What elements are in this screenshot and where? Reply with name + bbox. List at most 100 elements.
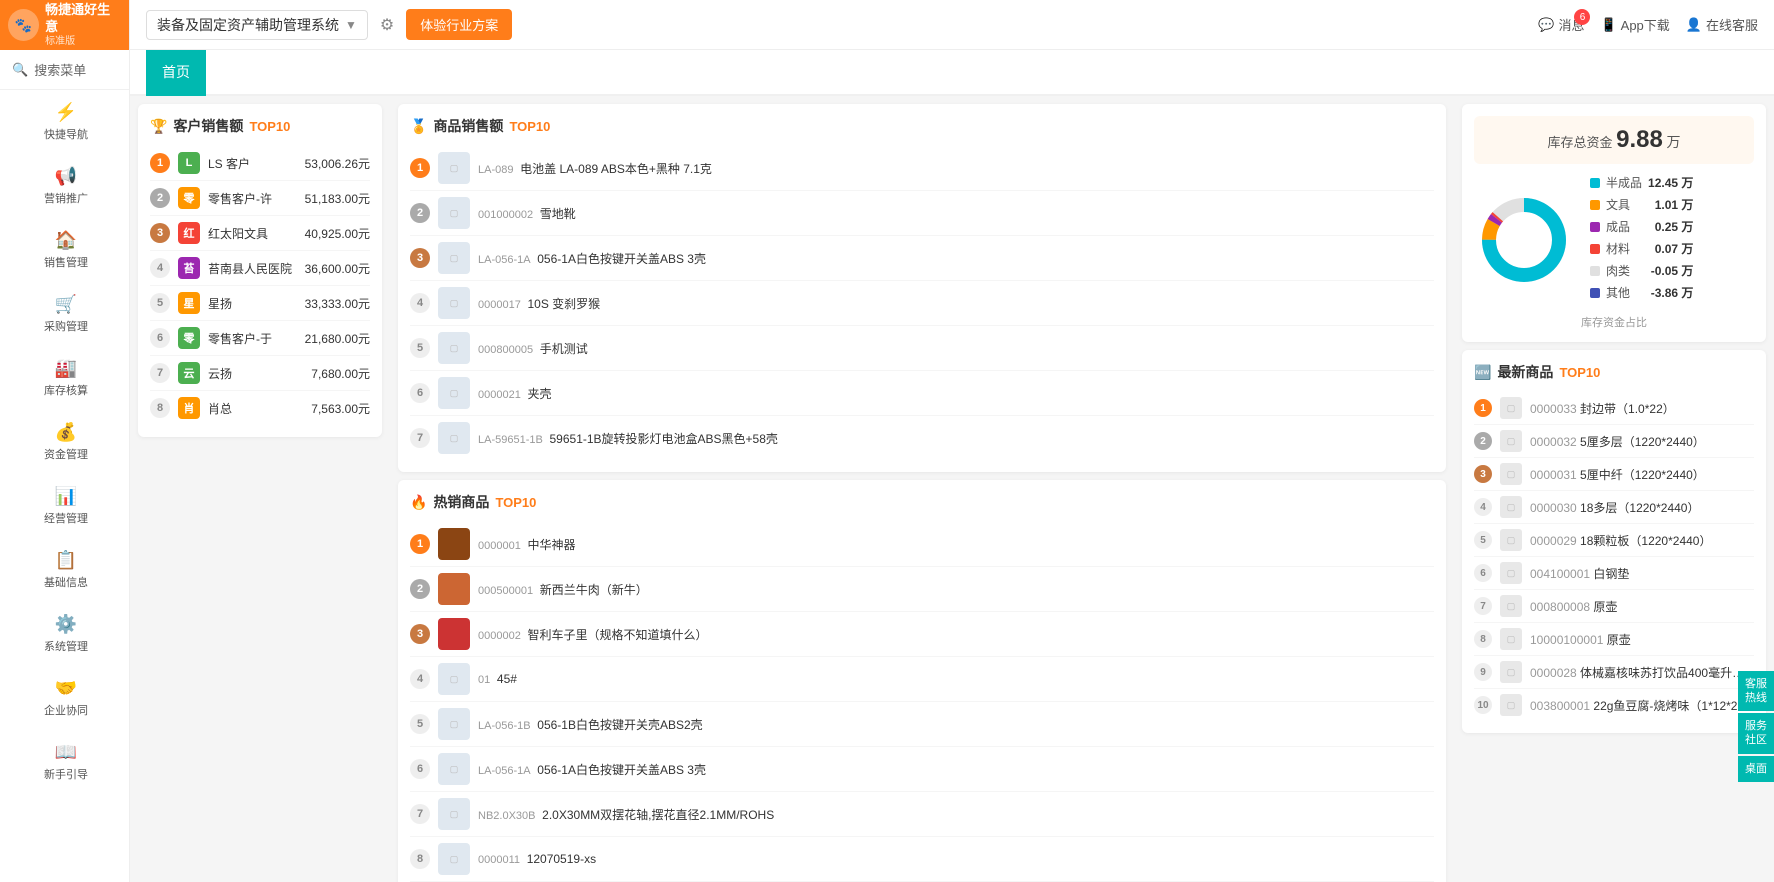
sidebar-item-system[interactable]: ⚙️ 系统管理: [0, 602, 129, 666]
tab-home[interactable]: 首页: [146, 50, 206, 96]
inventory-card: 库存总资金 9.88 万: [1462, 104, 1766, 342]
legend-name: 半成品: [1606, 174, 1642, 191]
customer-rank-item[interactable]: 2 零 零售客户-许 51,183.00元: [150, 181, 370, 216]
rank-number: 2: [150, 188, 170, 208]
new-product-item[interactable]: 9 ▢ 0000028 体械嘉核味苏打饮品400毫升（1*15）: [1474, 656, 1754, 689]
hot-product-item[interactable]: 5 ▢ LA-056-1B 056-1B白色按键开关壳ABS2壳: [410, 702, 1434, 747]
hot-product-item[interactable]: 3 0000002 智利车子里（规格不知道填什么）: [410, 612, 1434, 657]
product-info: 003800001 22g鱼豆腐-烧烤味（1*12*20）: [1530, 697, 1754, 714]
sales-rank-item[interactable]: 6 ▢ 0000021 夹壳: [410, 371, 1434, 416]
system-selector[interactable]: 装备及固定资产辅助管理系统 ▼: [146, 10, 368, 40]
new-product-item[interactable]: 8 ▢ 10000100001 原壶: [1474, 623, 1754, 656]
sidebar-item-inventory[interactable]: 🏭 库存核算: [0, 346, 129, 410]
rank-number: 5: [410, 338, 430, 358]
medal-icon: 🏅: [410, 118, 427, 135]
inventory-footer: 库存资金占比: [1474, 314, 1754, 330]
hot-product-item[interactable]: 8 ▢ 0000011 12070519-xs: [410, 837, 1434, 882]
new-product-item[interactable]: 10 ▢ 003800001 22g鱼豆腐-烧烤味（1*12*20）: [1474, 689, 1754, 721]
sidebar-item-purchase[interactable]: 🛒 采购管理: [0, 282, 129, 346]
service-community-button[interactable]: 服务社区: [1738, 713, 1774, 754]
legend-value: -0.05 万: [1651, 262, 1694, 279]
product-image: ▢: [438, 663, 470, 695]
fire-icon: 🔥: [410, 494, 427, 511]
customer-name: 肖总: [208, 400, 303, 417]
product-image: ▢: [1500, 496, 1522, 518]
new-product-item[interactable]: 6 ▢ 004100001 白钢垫: [1474, 557, 1754, 590]
sales-rank-item[interactable]: 5 ▢ 000800005 手机测试: [410, 326, 1434, 371]
sidebar-item-operation[interactable]: 📊 经营管理: [0, 474, 129, 538]
product-info: 0000029 18颗粒板（1220*2440）: [1530, 532, 1754, 549]
product-image: ▢: [438, 152, 470, 184]
avatar: 苔: [178, 257, 200, 279]
hot-product-item[interactable]: 1 0000001 中华神器: [410, 522, 1434, 567]
main-wrapper: 装备及固定资产辅助管理系统 ▼ ⚙ 体验行业方案 💬 消息 6 📱 App下载 …: [130, 0, 1774, 882]
rank-number: 1: [1474, 399, 1492, 417]
customer-rank-item[interactable]: 7 云 云扬 7,680.00元: [150, 356, 370, 391]
new-product-item[interactable]: 1 ▢ 0000033 封边带（1.0*22）: [1474, 392, 1754, 425]
customer-rank-item[interactable]: 4 苔 苔南县人民医院 36,600.00元: [150, 251, 370, 286]
new-product-item[interactable]: 3 ▢ 0000031 5厘中纤（1220*2440）: [1474, 458, 1754, 491]
product-image: ▢: [438, 242, 470, 274]
customer-name: 苔南县人民医院: [208, 260, 297, 277]
rank-number: 7: [1474, 597, 1492, 615]
customer-value: 33,333.00元: [305, 295, 370, 312]
product-image: ▢: [438, 798, 470, 830]
search-menu-button[interactable]: 🔍 搜索菜单: [12, 60, 117, 79]
sales-rank-item[interactable]: 4 ▢ 0000017 10S 变刹罗猴: [410, 281, 1434, 326]
shortcut-icon: ⚡: [55, 102, 77, 123]
sidebar-item-shortcut[interactable]: ⚡ 快捷导航: [0, 90, 129, 154]
product-image: ▢: [438, 287, 470, 319]
legend-color: [1590, 266, 1600, 276]
legend-item: 文具 1.01 万: [1590, 196, 1693, 213]
new-product-item[interactable]: 7 ▢ 000800008 原壶: [1474, 590, 1754, 623]
rank-number: 5: [150, 293, 170, 313]
app-download-button[interactable]: 📱 App下载: [1600, 15, 1669, 34]
customer-rank-item[interactable]: 6 零 零售客户-于 21,680.00元: [150, 321, 370, 356]
product-image: ▢: [1500, 694, 1522, 716]
sales-icon: 🏠: [55, 230, 77, 251]
online-service-button[interactable]: 👤 在线客服: [1686, 15, 1758, 34]
service-hotline-button[interactable]: 客服热线: [1738, 671, 1774, 712]
sidebar-item-finance[interactable]: 💰 资金管理: [0, 410, 129, 474]
hot-product-item[interactable]: 4 ▢ 01 45#: [410, 657, 1434, 702]
sidebar-item-sales[interactable]: 🏠 销售管理: [0, 218, 129, 282]
system-label: 系统管理: [44, 638, 88, 654]
customer-rank-item[interactable]: 5 星 星扬 33,333.00元: [150, 286, 370, 321]
sales-rank-item[interactable]: 2 ▢ 001000002 雪地靴: [410, 191, 1434, 236]
sales-rank-item[interactable]: 3 ▢ LA-056-1A 056-1A白色按键开关盖ABS 3壳: [410, 236, 1434, 281]
hot-product-item[interactable]: 2 000500001 新西兰牛肉（新牛）: [410, 567, 1434, 612]
desktop-button[interactable]: 桌面: [1738, 756, 1774, 782]
guide-label: 新手引导: [44, 766, 88, 782]
sidebar-item-guide[interactable]: 📖 新手引导: [0, 730, 129, 794]
inventory-unit: 万: [1666, 134, 1680, 150]
trial-button[interactable]: 体验行业方案: [406, 9, 512, 40]
avatar: 云: [178, 362, 200, 384]
customer-rank-item[interactable]: 8 肖 肖总 7,563.00元: [150, 391, 370, 425]
product-info: 01 45#: [478, 672, 1434, 686]
finance-label: 资金管理: [44, 446, 88, 462]
new-product-item[interactable]: 4 ▢ 0000030 18多层（1220*2440）: [1474, 491, 1754, 524]
legend-value: 1.01 万: [1655, 196, 1694, 213]
sidebar-item-basic[interactable]: 📋 基础信息: [0, 538, 129, 602]
legend-name: 材料: [1606, 240, 1649, 257]
customer-name: 云扬: [208, 365, 303, 382]
customer-rank-item[interactable]: 1 L LS 客户 53,006.26元: [150, 146, 370, 181]
new-product-item[interactable]: 2 ▢ 0000032 5厘多层（1220*2440）: [1474, 425, 1754, 458]
rank-number: 4: [1474, 498, 1492, 516]
sidebar-item-marketing[interactable]: 📢 营销推广: [0, 154, 129, 218]
legend-value: 0.25 万: [1655, 218, 1694, 235]
hot-product-item[interactable]: 6 ▢ LA-056-1A 056-1A白色按键开关盖ABS 3壳: [410, 747, 1434, 792]
gear-icon[interactable]: ⚙: [380, 15, 394, 35]
messages-button[interactable]: 💬 消息 6: [1538, 15, 1584, 34]
logo-text: 畅捷通好生意 标准版: [45, 2, 121, 49]
sales-rank-item[interactable]: 1 ▢ LA-089 电池盖 LA-089 ABS本色+黑种 7.1克: [410, 146, 1434, 191]
sales-rank-item[interactable]: 7 ▢ LA-59651-1B 59651-1B旋转投影灯电池盒ABS黑色+58…: [410, 416, 1434, 460]
new-product-item[interactable]: 5 ▢ 0000029 18颗粒板（1220*2440）: [1474, 524, 1754, 557]
online-service-label: 在线客服: [1706, 15, 1758, 34]
rank-number: 3: [410, 248, 430, 268]
customer-value: 51,183.00元: [305, 190, 370, 207]
hot-product-item[interactable]: 7 ▢ NB2.0X30B 2.0X30MM双摆花轴,摆花直径2.1MM/ROH…: [410, 792, 1434, 837]
customer-rank-item[interactable]: 3 红 红太阳文具 40,925.00元: [150, 216, 370, 251]
inventory-label: 库存核算: [44, 382, 88, 398]
sidebar-item-cooperation[interactable]: 🤝 企业协同: [0, 666, 129, 730]
